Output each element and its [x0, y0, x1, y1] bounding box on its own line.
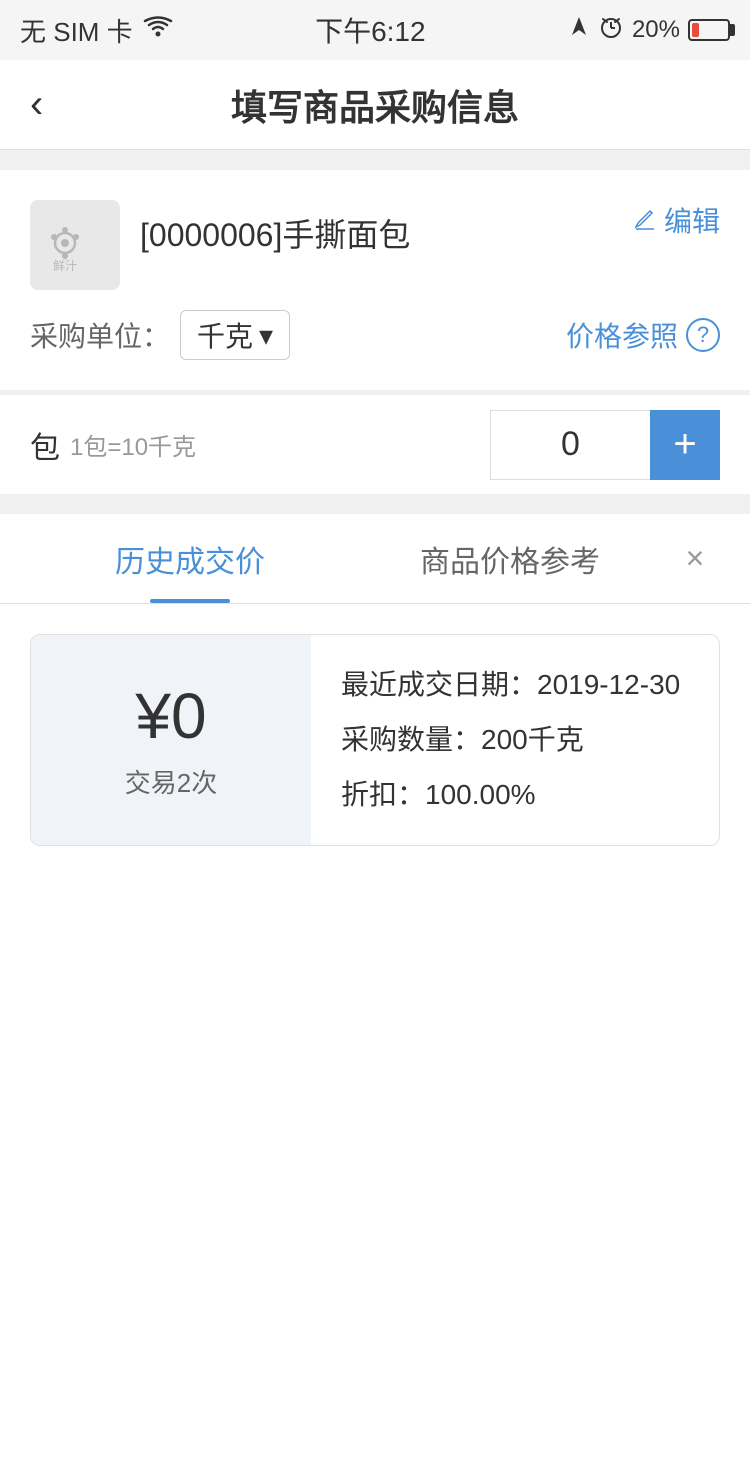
- product-thumbnail: 鲜汁: [30, 200, 120, 290]
- tab-close-button[interactable]: ×: [670, 534, 720, 584]
- status-right: 20%: [568, 14, 730, 47]
- white-space: [0, 876, 750, 1476]
- price-right-panel: 最近成交日期：2019-12-30 采购数量：200千克 折扣：100.00%: [311, 635, 719, 845]
- tabs-container: 历史成交价 商品价格参考 × ¥0 交易2次 最近成交日期：2019-12-30…: [0, 514, 750, 876]
- carrier-text: 无 SIM 卡: [20, 12, 133, 49]
- product-left: 鲜汁 [0000006]手撕面包: [30, 200, 410, 290]
- price-currency-symbol: ¥: [135, 680, 171, 752]
- unit-conversion: 1包=10千克: [70, 427, 196, 462]
- discount: 折扣：100.00%: [341, 775, 689, 814]
- unit-selector[interactable]: 千克 ▾: [180, 310, 290, 360]
- edit-button[interactable]: 编辑: [632, 200, 720, 240]
- tab-active-underline: [150, 599, 230, 603]
- tab-history-price-label: 历史成交价: [115, 537, 265, 581]
- purchase-qty: 采购数量：200千克: [341, 720, 689, 759]
- battery-percent: 20%: [632, 16, 680, 44]
- product-unit-row: 采购单位： 千克 ▾ 价格参照 ?: [30, 310, 720, 360]
- dropdown-arrow-icon: ▾: [259, 319, 273, 352]
- wifi-icon: [143, 15, 173, 46]
- status-left: 无 SIM 卡: [20, 12, 173, 49]
- product-name: [0000006]手撕面包: [140, 200, 410, 256]
- unit-label: 采购单位：: [30, 315, 170, 355]
- edit-label: 编辑: [664, 200, 720, 240]
- status-bar: 无 SIM 卡 下午6:12 20: [0, 0, 750, 60]
- back-button[interactable]: ‹: [30, 82, 43, 127]
- product-card: 鲜汁 [0000006]手撕面包 编辑 采购单位： 千克 ▾ 价格参照: [0, 170, 750, 390]
- price-trades: 交易2次: [125, 763, 217, 800]
- nav-bar: ‹ 填写商品采购信息: [0, 60, 750, 150]
- unit-bag: 包: [30, 423, 60, 467]
- battery-icon: [688, 19, 730, 41]
- svg-text:鲜汁: 鲜汁: [53, 259, 77, 273]
- tab-history-price[interactable]: 历史成交价: [30, 514, 350, 603]
- product-header: 鲜汁 [0000006]手撕面包 编辑: [30, 200, 720, 290]
- tabs-header: 历史成交价 商品价格参考 ×: [0, 514, 750, 604]
- page-title: 填写商品采购信息: [231, 79, 519, 131]
- price-ref-button[interactable]: 价格参照 ?: [566, 315, 720, 355]
- quantity-control: +: [490, 410, 720, 480]
- recent-date: 最近成交日期：2019-12-30: [341, 665, 689, 704]
- location-icon: [568, 15, 590, 46]
- alarm-icon: [598, 14, 624, 47]
- tab-content-history: ¥0 交易2次 最近成交日期：2019-12-30 采购数量：200千克 折扣：…: [0, 604, 750, 876]
- status-time: 下午6:12: [315, 10, 426, 50]
- help-icon[interactable]: ?: [686, 318, 720, 352]
- tab-product-price-ref-label: 商品价格参考: [420, 537, 600, 581]
- quantity-plus-button[interactable]: +: [650, 410, 720, 480]
- quantity-input[interactable]: [490, 410, 650, 480]
- quantity-label: 包 1包=10千克: [30, 423, 196, 467]
- price-left-panel: ¥0 交易2次: [31, 635, 311, 845]
- price-amount: ¥0: [135, 679, 206, 753]
- tab-product-price-ref[interactable]: 商品价格参考: [350, 514, 670, 603]
- price-card: ¥0 交易2次 最近成交日期：2019-12-30 采购数量：200千克 折扣：…: [30, 634, 720, 846]
- quantity-section: 包 1包=10千克 +: [0, 394, 750, 494]
